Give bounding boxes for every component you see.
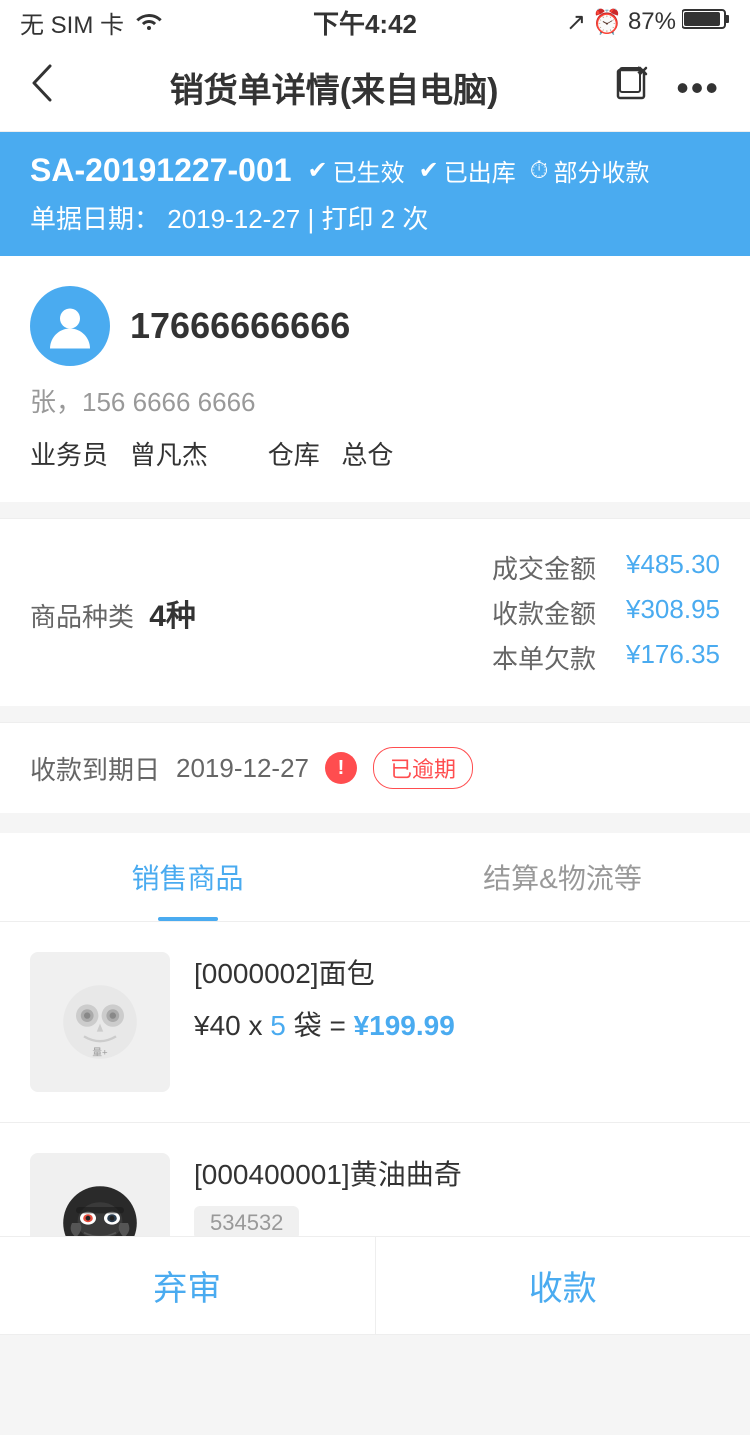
customer-name: 张，156 6666 6666: [30, 382, 720, 419]
nav-bar: 销货单详情(来自电脑) •••: [0, 44, 750, 132]
product-sku-2: 534532: [194, 1206, 299, 1240]
overdue-icon: !: [325, 752, 357, 784]
product-name-1: [0000002]面包: [194, 952, 720, 992]
salesperson-value: 曾凡杰: [130, 440, 208, 470]
stats-right: 成交金额 ¥485.30 收款金额 ¥308.95 本单欠款 ¥176.35: [492, 549, 720, 676]
customer-top: 17666666666: [30, 286, 720, 366]
received-value: ¥308.95: [626, 594, 720, 631]
badge-effective: ✔ 已生效: [308, 153, 405, 188]
warehouse-label: 仓库 总仓: [268, 435, 394, 472]
back-button[interactable]: [30, 64, 52, 111]
svg-text:量+: 量+: [92, 1048, 108, 1059]
share-icon[interactable]: [616, 66, 652, 109]
wifi-icon: [134, 8, 164, 37]
collect-payment-button[interactable]: 收款: [376, 1237, 750, 1334]
due-date: 2019-12-27: [176, 753, 309, 784]
status-bar-left: 无 SIM 卡: [20, 5, 164, 40]
bottom-bar: 弃审 收款: [0, 1236, 750, 1334]
warehouse-value: 总仓: [341, 440, 393, 470]
sim-status: 无 SIM 卡: [20, 5, 124, 40]
cancel-audit-button[interactable]: 弃审: [0, 1237, 376, 1334]
product-price-1: ¥40 x 5 袋 = ¥199.99: [194, 1004, 720, 1044]
stat-row-amount: 成交金额 ¥485.30: [492, 549, 720, 586]
battery-text: 87%: [628, 8, 676, 36]
status-bar-right: ↗ ⏰ 87%: [566, 7, 730, 38]
location-icon: ↗: [566, 8, 586, 37]
check-icon: ✔: [308, 156, 328, 185]
product-type-count: 4种: [149, 600, 196, 633]
nav-icons: •••: [616, 66, 720, 109]
salesperson-label: 业务员 曾凡杰: [30, 435, 208, 472]
more-icon[interactable]: •••: [676, 67, 720, 109]
list-item: 量+ [0000002]面包 ¥40 x 5 袋 = ¥199.99: [0, 922, 750, 1123]
status-bar: 无 SIM 卡 下午4:42 ↗ ⏰ 87%: [0, 0, 750, 44]
page-title: 销货单详情(来自电脑): [170, 63, 499, 112]
tab-settlement[interactable]: 结算&物流等: [375, 833, 750, 921]
due-label: 收款到期日: [30, 750, 160, 787]
check-icon-2: ✔: [419, 156, 439, 185]
product-name-2: [000400001]黄油曲奇: [194, 1153, 720, 1193]
order-id: SA-20191227-001: [30, 152, 292, 189]
stat-row-debt: 本单欠款 ¥176.35: [492, 639, 720, 676]
customer-section: 17666666666 张，156 6666 6666 业务员 曾凡杰 仓库 总…: [0, 256, 750, 502]
debt-value: ¥176.35: [626, 639, 720, 676]
order-stats: 商品种类 4种 成交金额 ¥485.30 收款金额 ¥308.95 本单欠款 ¥…: [0, 519, 750, 706]
product-image-1: 量+: [30, 952, 170, 1092]
order-badges: ✔ 已生效 ✔ 已出库 ⏱ 部分收款: [308, 153, 650, 188]
tab-section: 销售商品 结算&物流等: [0, 833, 750, 922]
badge-partial: ⏱ 部分收款: [530, 153, 650, 188]
stat-row-received: 收款金额 ¥308.95: [492, 594, 720, 631]
customer-phone: 17666666666: [130, 305, 350, 347]
order-date-row: 单据日期： 2019-12-27 | 打印 2 次: [30, 199, 720, 236]
overdue-badge: 已逾期: [373, 747, 473, 789]
due-section: 收款到期日 2019-12-27 ! 已逾期: [0, 723, 750, 813]
stats-left: 商品种类 4种: [30, 591, 196, 635]
product-total-1: ¥199.99: [354, 1010, 455, 1041]
product-qty-1: 5: [270, 1010, 286, 1041]
customer-meta: 业务员 曾凡杰 仓库 总仓: [30, 435, 720, 472]
clock-icon: ⏱: [530, 157, 549, 185]
badge-shipped: ✔ 已出库: [419, 153, 516, 188]
battery-icon: [682, 7, 730, 38]
status-bar-time: 下午4:42: [313, 4, 417, 41]
order-header: SA-20191227-001 ✔ 已生效 ✔ 已出库 ⏱ 部分收款 单据日期：…: [0, 132, 750, 256]
avatar: [30, 286, 110, 366]
alarm-icon: ⏰: [592, 8, 622, 37]
product-info-1: [0000002]面包 ¥40 x 5 袋 = ¥199.99: [194, 952, 720, 1044]
tab-sales-products[interactable]: 销售商品: [0, 833, 375, 921]
section-gap: [0, 821, 750, 833]
bottom-spacer: [0, 1335, 750, 1435]
amount-value: ¥485.30: [626, 549, 720, 586]
